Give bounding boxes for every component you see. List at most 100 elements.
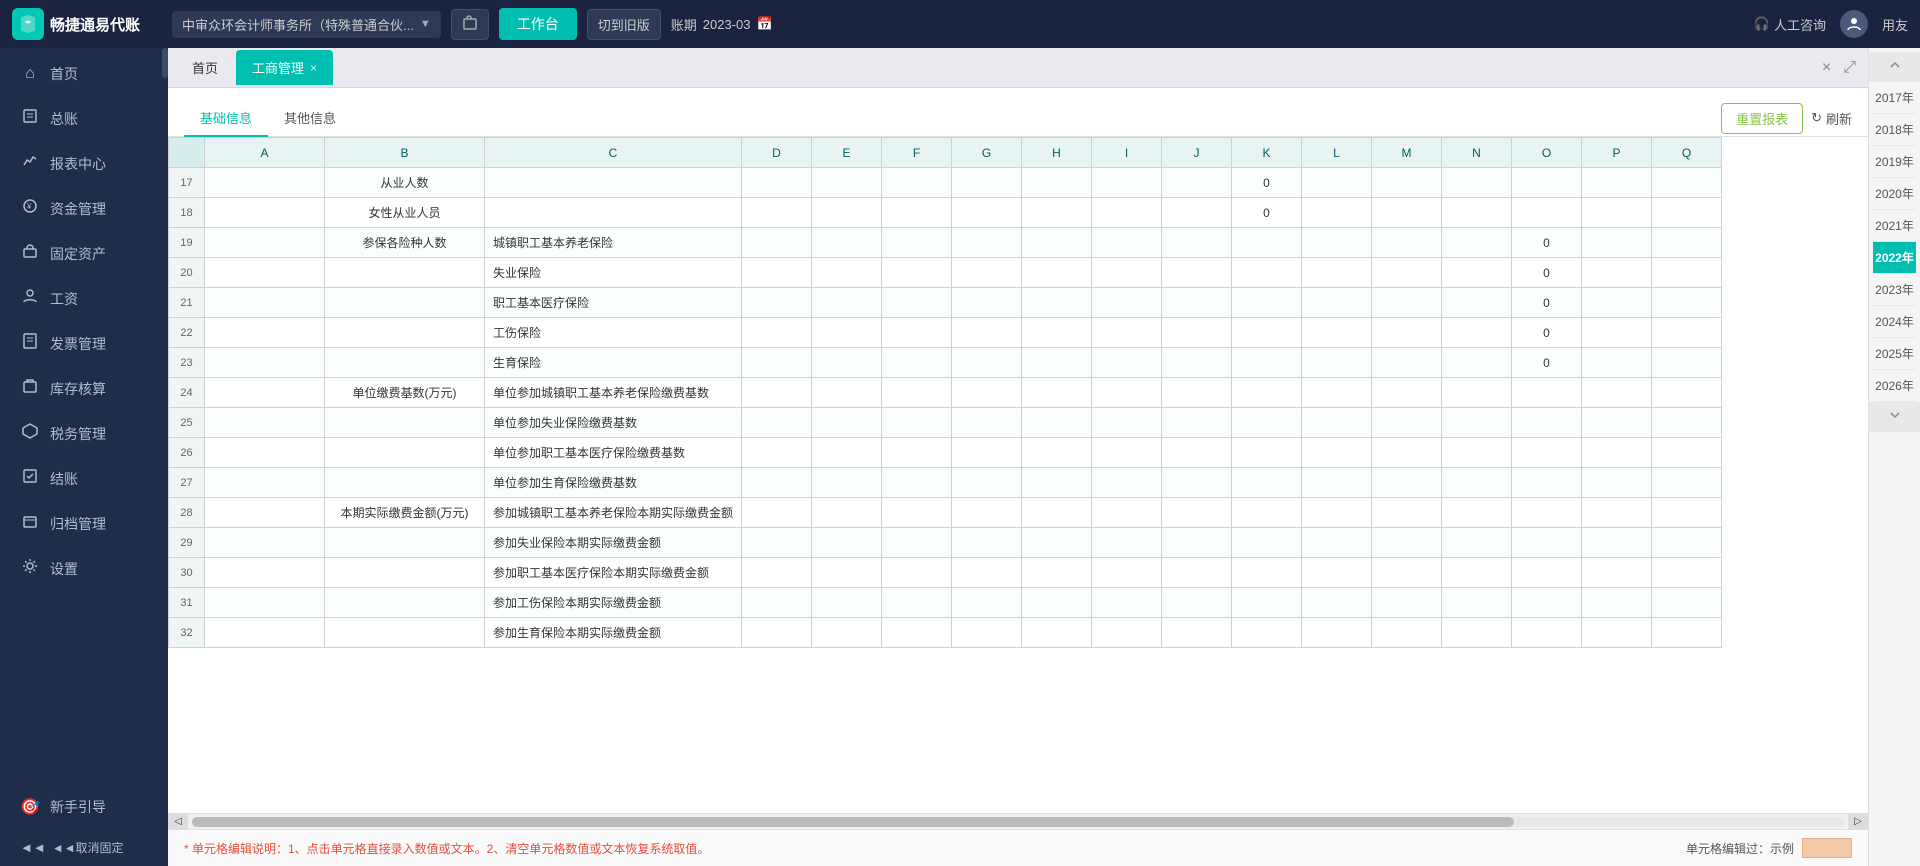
cell-c[interactable]: [485, 198, 742, 228]
cell-o[interactable]: 0: [1512, 228, 1582, 258]
cell-c[interactable]: 失业保险: [485, 258, 742, 288]
cell-n[interactable]: [1442, 168, 1512, 198]
cell-a[interactable]: [205, 498, 325, 528]
cell-e[interactable]: [812, 468, 882, 498]
cell-n[interactable]: [1442, 528, 1512, 558]
cell-f[interactable]: [882, 288, 952, 318]
cell-g[interactable]: [952, 228, 1022, 258]
cell-o[interactable]: [1512, 168, 1582, 198]
cell-g[interactable]: [952, 558, 1022, 588]
cell-q[interactable]: [1652, 558, 1722, 588]
cell-d[interactable]: [742, 498, 812, 528]
sidebar-item-home[interactable]: ⌂ 首页: [0, 52, 168, 96]
cell-i[interactable]: [1092, 528, 1162, 558]
cell-a[interactable]: [205, 378, 325, 408]
cell-a[interactable]: [205, 528, 325, 558]
cell-d[interactable]: [742, 258, 812, 288]
cell-q[interactable]: [1652, 438, 1722, 468]
cell-a[interactable]: [205, 618, 325, 648]
cell-c[interactable]: 参加城镇职工基本养老保险本期实际缴费金额: [485, 498, 742, 528]
cell-j[interactable]: [1162, 258, 1232, 288]
cell-o[interactable]: [1512, 468, 1582, 498]
cell-k[interactable]: [1232, 378, 1302, 408]
cell-i[interactable]: [1092, 318, 1162, 348]
cell-h[interactable]: [1022, 228, 1092, 258]
cell-f[interactable]: [882, 198, 952, 228]
cell-h[interactable]: [1022, 348, 1092, 378]
cell-j[interactable]: [1162, 618, 1232, 648]
cell-p[interactable]: [1582, 408, 1652, 438]
workbench-button[interactable]: 工作台: [499, 8, 577, 40]
cell-m[interactable]: [1372, 528, 1442, 558]
cell-a[interactable]: [205, 438, 325, 468]
scroll-left-button[interactable]: ◁: [168, 814, 188, 830]
cell-g[interactable]: [952, 288, 1022, 318]
cell-q[interactable]: [1652, 198, 1722, 228]
cell-o[interactable]: 0: [1512, 348, 1582, 378]
cell-k[interactable]: [1232, 558, 1302, 588]
cell-o[interactable]: 0: [1512, 288, 1582, 318]
cell-n[interactable]: [1442, 228, 1512, 258]
cell-k[interactable]: [1232, 288, 1302, 318]
cell-l[interactable]: [1302, 558, 1372, 588]
cell-i[interactable]: [1092, 468, 1162, 498]
tab-industrial[interactable]: 工商管理 ×: [236, 50, 333, 85]
cell-b[interactable]: 本期实际缴费金额(万元): [325, 498, 485, 528]
cell-n[interactable]: [1442, 198, 1512, 228]
reset-report-button[interactable]: 重置报表: [1721, 103, 1803, 134]
year-scroll-down-button[interactable]: [1869, 402, 1920, 432]
cell-o[interactable]: 0: [1512, 258, 1582, 288]
cell-k[interactable]: [1232, 228, 1302, 258]
cell-l[interactable]: [1302, 588, 1372, 618]
cell-i[interactable]: [1092, 198, 1162, 228]
cell-n[interactable]: [1442, 378, 1512, 408]
cell-g[interactable]: [952, 198, 1022, 228]
tab-home[interactable]: 首页: [176, 50, 234, 85]
cell-a[interactable]: [205, 348, 325, 378]
cell-g[interactable]: [952, 168, 1022, 198]
cell-j[interactable]: [1162, 348, 1232, 378]
cell-b[interactable]: 参保各险种人数: [325, 228, 485, 258]
cell-d[interactable]: [742, 528, 812, 558]
cell-q[interactable]: [1652, 528, 1722, 558]
cell-h[interactable]: [1022, 168, 1092, 198]
cell-b[interactable]: [325, 318, 485, 348]
scroll-right-button[interactable]: ▷: [1848, 814, 1868, 830]
scroll-thumb[interactable]: [192, 817, 1514, 827]
cell-e[interactable]: [812, 378, 882, 408]
cell-e[interactable]: [812, 318, 882, 348]
cell-b[interactable]: 单位缴费基数(万元): [325, 378, 485, 408]
cell-k[interactable]: [1232, 498, 1302, 528]
cell-f[interactable]: [882, 618, 952, 648]
sidebar-item-ledger[interactable]: 总账: [0, 96, 168, 141]
cell-c[interactable]: 单位参加职工基本医疗保险缴费基数: [485, 438, 742, 468]
cell-h[interactable]: [1022, 468, 1092, 498]
cell-p[interactable]: [1582, 348, 1652, 378]
horizontal-scrollbar[interactable]: ◁ ▷: [168, 813, 1868, 829]
cell-l[interactable]: [1302, 438, 1372, 468]
cell-l[interactable]: [1302, 498, 1372, 528]
cell-l[interactable]: [1302, 228, 1372, 258]
cell-q[interactable]: [1652, 258, 1722, 288]
cell-o[interactable]: [1512, 408, 1582, 438]
tab-close-icon[interactable]: ×: [310, 61, 317, 75]
sidebar-item-invoice[interactable]: 发票管理: [0, 321, 168, 366]
year-scroll-up-button[interactable]: [1869, 52, 1920, 82]
cell-n[interactable]: [1442, 318, 1512, 348]
cell-n[interactable]: [1442, 588, 1512, 618]
cell-e[interactable]: [812, 198, 882, 228]
cell-k[interactable]: [1232, 258, 1302, 288]
cell-q[interactable]: [1652, 168, 1722, 198]
cell-g[interactable]: [952, 528, 1022, 558]
cell-o[interactable]: [1512, 588, 1582, 618]
cell-e[interactable]: [812, 618, 882, 648]
cell-j[interactable]: [1162, 438, 1232, 468]
cell-m[interactable]: [1372, 558, 1442, 588]
cell-o[interactable]: [1512, 618, 1582, 648]
cell-m[interactable]: [1372, 588, 1442, 618]
cell-j[interactable]: [1162, 408, 1232, 438]
cell-j[interactable]: [1162, 498, 1232, 528]
cell-a[interactable]: [205, 288, 325, 318]
refresh-button[interactable]: ↻ 刷新: [1811, 109, 1852, 128]
cell-c[interactable]: 单位参加城镇职工基本养老保险缴费基数: [485, 378, 742, 408]
